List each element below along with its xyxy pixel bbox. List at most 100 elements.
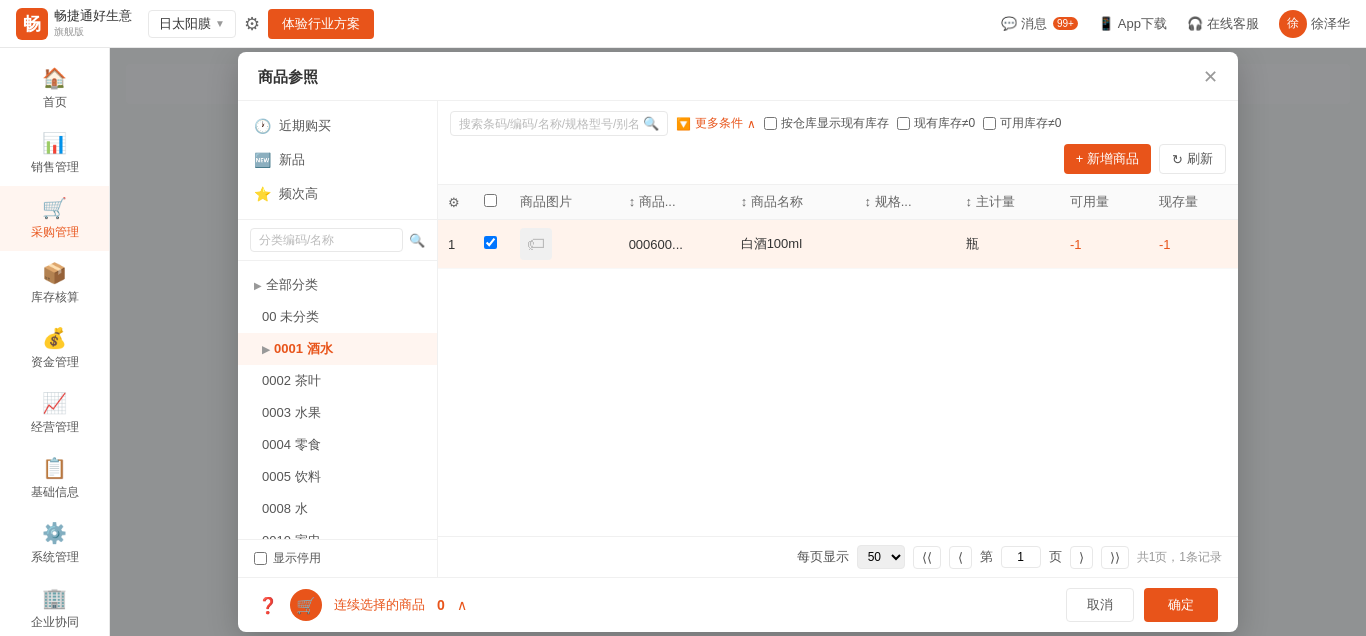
tree-item-0003[interactable]: 0003 水果 (238, 397, 437, 429)
sidebar-item-inventory[interactable]: 📦 库存核算 (0, 251, 109, 316)
select-all-checkbox[interactable] (484, 194, 497, 207)
app-icon: 📱 (1098, 16, 1114, 31)
tree-item-0001[interactable]: ▶ 0001 酒水 (238, 333, 437, 365)
customer-service-button[interactable]: 🎧 在线客服 (1187, 15, 1259, 33)
tree-item-00[interactable]: 00 未分类 (238, 301, 437, 333)
show-disabled-checkbox[interactable] (254, 552, 267, 565)
first-page-button[interactable]: ⟨⟨ (913, 546, 941, 569)
sidebar-label-home: 首页 (43, 94, 67, 111)
table-row[interactable]: 1 🏷 000600... 白酒100ml 瓶 (438, 220, 1238, 269)
logo-sub: 旗舰版 (54, 25, 132, 39)
existing-stock-check[interactable] (897, 117, 910, 130)
tree-item-0002[interactable]: 0002 茶叶 (238, 365, 437, 397)
sidebar-item-basic[interactable]: 📋 基础信息 (0, 446, 109, 511)
nav-selector[interactable]: 日太阳膜 ▼ (148, 10, 236, 38)
warehouse-stock-check[interactable] (764, 117, 777, 130)
col-spec-label: ↕ 规格... (865, 194, 912, 209)
next-page-button[interactable]: ⟩ (1070, 546, 1093, 569)
sidebar: 🏠 首页 📊 销售管理 🛒 采购管理 📦 库存核算 💰 资金管理 📈 经营管理 … (0, 48, 110, 636)
col-checkbox (474, 185, 510, 220)
tree-arrow-0001-icon: ▶ (262, 344, 270, 355)
nav-right: 💬 消息 99+ 📱 App下载 🎧 在线客服 徐 徐泽华 (1001, 10, 1350, 38)
sidebar-item-home[interactable]: 🏠 首页 (0, 56, 109, 121)
available-stock-check[interactable] (983, 117, 996, 130)
sidebar-label-system: 系统管理 (31, 549, 79, 566)
collapse-icon[interactable]: ∧ (457, 597, 467, 613)
sidebar-item-enterprise[interactable]: 🏢 企业协同 (0, 576, 109, 636)
user-profile[interactable]: 徐 徐泽华 (1279, 10, 1350, 38)
tree-item-0010[interactable]: 0010 家电 (238, 525, 437, 539)
prev-page-button[interactable]: ⟨ (949, 546, 972, 569)
settings-icon[interactable]: ⚙ (244, 13, 260, 35)
tab-new-label: 新品 (279, 151, 305, 169)
filter-button[interactable]: 🔽 更多条件 ∧ (676, 115, 756, 132)
row-stock: -1 (1149, 220, 1238, 269)
col-unit[interactable]: ↕ 主计量 (956, 185, 1060, 220)
confirm-button[interactable]: 确定 (1144, 588, 1218, 622)
sales-icon: 📊 (42, 131, 67, 155)
sidebar-item-finance[interactable]: 💰 资金管理 (0, 316, 109, 381)
category-search-icon[interactable]: 🔍 (409, 233, 425, 248)
toolbar-right: + 新增商品 ↻ 刷新 (1064, 144, 1226, 174)
checkbox-warehouse-stock[interactable]: 按仓库显示现有库存 (764, 115, 889, 132)
tab-frequent-label: 频次高 (279, 185, 318, 203)
tab-recent-purchase[interactable]: 🕐 近期购买 (238, 109, 437, 143)
help-icon[interactable]: ❓ (258, 596, 278, 615)
message-badge: 99+ (1053, 17, 1078, 30)
tree-item-0004[interactable]: 0004 零食 (238, 429, 437, 461)
row-checkbox[interactable] (484, 236, 497, 249)
col-name[interactable]: ↕ 商品名称 (731, 185, 855, 220)
sidebar-item-purchase[interactable]: 🛒 采购管理 (0, 186, 109, 251)
col-img: 商品图片 (510, 185, 619, 220)
home-icon: 🏠 (42, 66, 67, 90)
add-product-button[interactable]: + 新增商品 (1064, 144, 1151, 174)
left-tabs: 🕐 近期购买 🆕 新品 ⭐ 频次高 (238, 101, 437, 220)
nav-selector-arrow-icon: ▼ (215, 18, 225, 29)
product-search-input[interactable] (459, 117, 639, 131)
basic-icon: 📋 (42, 456, 67, 480)
available-stock-label: 可用库存≠0 (1000, 115, 1061, 132)
finance-icon: 💰 (42, 326, 67, 350)
page-number-input[interactable] (1001, 546, 1041, 568)
product-search-icon[interactable]: 🔍 (643, 116, 659, 131)
tree-item-0008[interactable]: 0008 水 (238, 493, 437, 525)
row-name: 白酒100ml (731, 220, 855, 269)
footer-right: 取消 确定 (1066, 588, 1218, 622)
messages-button[interactable]: 💬 消息 99+ (1001, 15, 1078, 33)
refresh-button[interactable]: ↻ 刷新 (1159, 144, 1226, 174)
app-download-button[interactable]: 📱 App下载 (1098, 15, 1167, 33)
col-settings[interactable]: ⚙ (438, 185, 474, 220)
page-num-prefix-label: 第 (980, 548, 993, 566)
filter-icon: 🔽 (676, 117, 691, 131)
message-icon: 💬 (1001, 16, 1017, 31)
category-search-input[interactable] (250, 228, 403, 252)
cancel-button[interactable]: 取消 (1066, 588, 1134, 622)
checkbox-existing-stock[interactable]: 现有库存≠0 (897, 115, 975, 132)
sidebar-label-management: 经营管理 (31, 419, 79, 436)
sidebar-item-sales[interactable]: 📊 销售管理 (0, 121, 109, 186)
checkbox-available-stock[interactable]: 可用库存≠0 (983, 115, 1061, 132)
show-disabled-label: 显示停用 (273, 550, 321, 567)
row-checkbox-cell (474, 220, 510, 269)
dialog: 商品参照 ✕ 🕐 近期购买 🆕 (238, 52, 1238, 632)
message-label: 消息 (1021, 15, 1047, 33)
trial-button[interactable]: 体验行业方案 (268, 9, 374, 39)
dialog-close-button[interactable]: ✕ (1203, 66, 1218, 88)
col-unit-label: ↕ 主计量 (966, 194, 1015, 209)
tab-new-product[interactable]: 🆕 新品 (238, 143, 437, 177)
tree-item-all[interactable]: ▶ 全部分类 (238, 269, 437, 301)
recent-icon: 🕐 (254, 118, 271, 134)
warehouse-stock-label: 按仓库显示现有库存 (781, 115, 889, 132)
sidebar-item-management[interactable]: 📈 经营管理 (0, 381, 109, 446)
tree-item-0004-label: 0004 零食 (262, 436, 321, 454)
col-spec[interactable]: ↕ 规格... (855, 185, 956, 220)
cart-button[interactable]: 🛒 (290, 589, 322, 621)
tab-frequent[interactable]: ⭐ 频次高 (238, 177, 437, 211)
per-page-select[interactable]: 50 (857, 545, 905, 569)
last-page-button[interactable]: ⟩⟩ (1101, 546, 1129, 569)
logo-text: 畅捷通好生意 (54, 8, 132, 25)
tree-item-0005[interactable]: 0005 饮料 (238, 461, 437, 493)
nav-selector-text: 日太阳膜 (159, 15, 211, 33)
sidebar-item-system[interactable]: ⚙️ 系统管理 (0, 511, 109, 576)
col-code[interactable]: ↕ 商品... (619, 185, 731, 220)
